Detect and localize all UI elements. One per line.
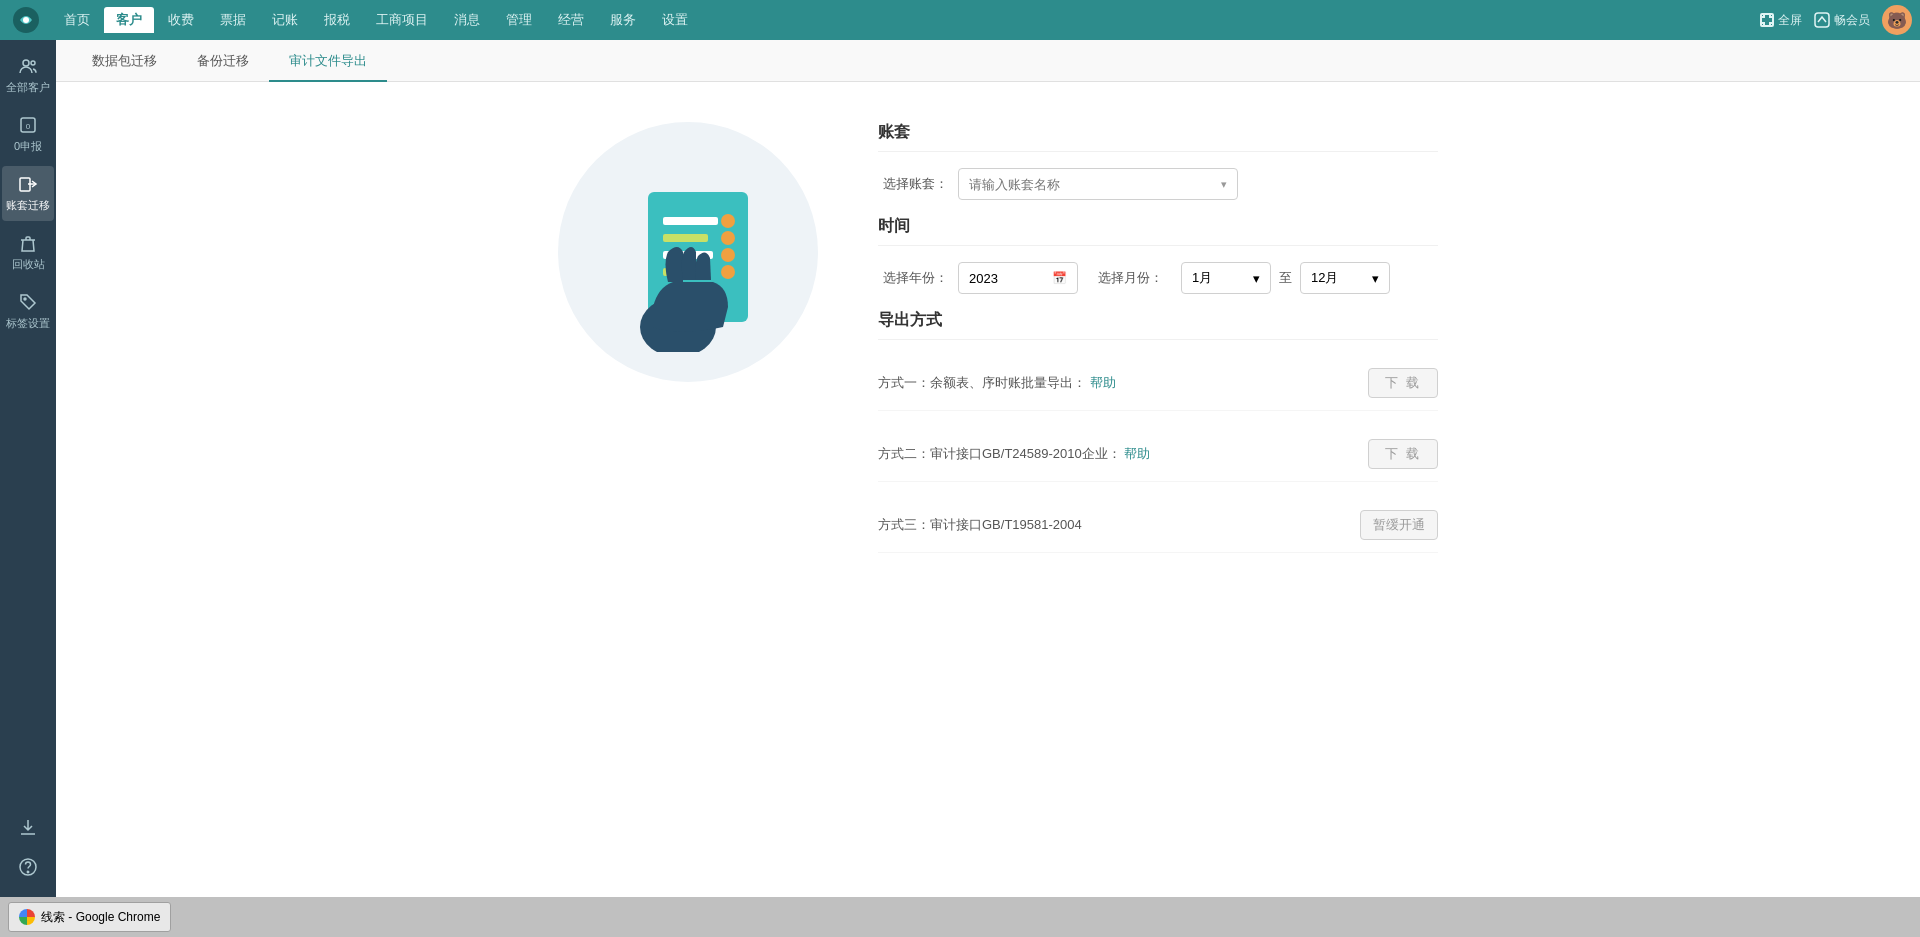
sidebar-label-all-customers: 全部客户 <box>6 80 50 95</box>
avatar[interactable]: 🐻 <box>1882 5 1912 35</box>
sidebar-item-download[interactable] <box>2 809 54 845</box>
export-method-1-row: 方式一：余额表、序时账批量导出： 帮助 下 载 <box>878 356 1438 411</box>
nav-message[interactable]: 消息 <box>442 7 492 33</box>
nav-fee[interactable]: 收费 <box>156 7 206 33</box>
svg-point-17 <box>721 214 735 228</box>
member-button[interactable]: 畅会员 <box>1814 12 1870 29</box>
chevron-down-icon-month-from: ▾ <box>1253 271 1260 286</box>
month-from-value: 1月 <box>1192 269 1212 287</box>
month-from-select[interactable]: 1月 ▾ <box>1181 262 1271 294</box>
app-logo <box>8 2 44 38</box>
month-label: 选择月份： <box>1098 269 1163 287</box>
method2-help-link[interactable]: 帮助 <box>1124 446 1150 461</box>
nav-settings[interactable]: 设置 <box>650 7 700 33</box>
tabs-bar: 数据包迁移 备份迁移 审计文件导出 <box>56 40 1920 82</box>
method1-help-link[interactable]: 帮助 <box>1090 375 1116 390</box>
chrome-icon <box>19 909 35 925</box>
time-row: 选择年份： 2023 📅 选择月份： 1月 ▾ 至 12月 <box>878 262 1438 294</box>
year-label: 选择年份： <box>878 269 948 287</box>
account-select[interactable]: ▾ <box>958 168 1238 200</box>
sidebar-bottom <box>2 809 54 897</box>
year-value: 2023 <box>969 271 998 286</box>
main-layout: 全部客户 0 0申报 账套迁移 回收站 <box>0 40 1920 897</box>
taskbar: 线索 - Google Chrome <box>0 897 1920 937</box>
svg-rect-3 <box>1815 13 1829 27</box>
nav-customer[interactable]: 客户 <box>104 7 154 33</box>
chevron-down-icon: ▾ <box>1221 178 1227 191</box>
svg-point-4 <box>23 60 29 66</box>
svg-point-9 <box>24 298 26 300</box>
svg-rect-2 <box>1761 14 1773 26</box>
svg-text:0: 0 <box>26 122 31 131</box>
svg-point-1 <box>23 17 29 23</box>
content-area: 数据包迁移 备份迁移 审计文件导出 <box>56 40 1920 897</box>
month-to-select[interactable]: 12月 ▾ <box>1300 262 1390 294</box>
svg-point-20 <box>721 265 735 279</box>
taskbar-chrome-item[interactable]: 线索 - Google Chrome <box>8 902 171 932</box>
nav-operation[interactable]: 经营 <box>546 7 596 33</box>
sidebar-item-tag-settings[interactable]: 标签设置 <box>2 284 54 339</box>
svg-point-11 <box>27 871 28 872</box>
export-method-3-row: 方式三：审计接口GB/T19581-2004 暂缓开通 <box>878 498 1438 553</box>
audit-illustration <box>598 152 778 352</box>
svg-point-5 <box>31 61 35 65</box>
to-label: 至 <box>1279 269 1292 287</box>
svg-rect-14 <box>663 234 708 242</box>
sidebar-label-account-migrate: 账套迁移 <box>6 198 50 213</box>
illustration-area <box>538 122 838 382</box>
sidebar-item-account-migrate[interactable]: 账套迁移 <box>2 166 54 221</box>
account-section-title: 账套 <box>878 122 1438 152</box>
illustration-circle <box>558 122 818 382</box>
nav-bookkeeping[interactable]: 记账 <box>260 7 310 33</box>
left-sidebar: 全部客户 0 0申报 账套迁移 回收站 <box>0 40 56 897</box>
nav-right: 全屏 畅会员 🐻 <box>1760 5 1912 35</box>
main-content: 账套 选择账套： ▾ 时间 选择年份： 2023 📅 <box>56 82 1920 897</box>
nav-business[interactable]: 工商项目 <box>364 7 440 33</box>
export-section-title: 导出方式 <box>878 310 1438 340</box>
chevron-down-icon-month-to: ▾ <box>1372 271 1379 286</box>
tab-audit-export[interactable]: 审计文件导出 <box>269 40 387 82</box>
top-navigation: 首页 客户 收费 票据 记账 报税 工商项目 消息 管理 经营 服务 设置 全屏… <box>0 0 1920 40</box>
sidebar-label-zero-report: 0申报 <box>14 139 42 154</box>
export-method-2-label: 方式二：审计接口GB/T24589-2010企业： 帮助 <box>878 445 1150 463</box>
time-section-title: 时间 <box>878 216 1438 246</box>
calendar-icon: 📅 <box>1052 271 1067 285</box>
nav-invoice[interactable]: 票据 <box>208 7 258 33</box>
account-input[interactable] <box>969 177 1221 192</box>
method1-download-button[interactable]: 下 载 <box>1368 368 1438 398</box>
svg-point-19 <box>721 248 735 262</box>
fullscreen-button[interactable]: 全屏 <box>1760 12 1802 29</box>
sidebar-item-recycle[interactable]: 回收站 <box>2 225 54 280</box>
sidebar-label-tag-settings: 标签设置 <box>6 316 50 331</box>
nav-items: 首页 客户 收费 票据 记账 报税 工商项目 消息 管理 经营 服务 设置 <box>52 7 1760 33</box>
sidebar-label-recycle: 回收站 <box>12 257 45 272</box>
method2-download-button[interactable]: 下 载 <box>1368 439 1438 469</box>
tab-backup-migration[interactable]: 备份迁移 <box>177 40 269 82</box>
sidebar-item-help[interactable] <box>2 849 54 885</box>
nav-tax[interactable]: 报税 <box>312 7 362 33</box>
nav-manage[interactable]: 管理 <box>494 7 544 33</box>
month-to-value: 12月 <box>1311 269 1338 287</box>
sidebar-item-zero-report[interactable]: 0 0申报 <box>2 107 54 162</box>
export-method-1-label: 方式一：余额表、序时账批量导出： 帮助 <box>878 374 1116 392</box>
svg-point-18 <box>721 231 735 245</box>
account-label: 选择账套： <box>878 175 948 193</box>
account-row: 选择账套： ▾ <box>878 168 1438 200</box>
export-method-3-label: 方式三：审计接口GB/T19581-2004 <box>878 516 1082 534</box>
time-controls: 2023 📅 选择月份： 1月 ▾ 至 12月 ▾ <box>958 262 1390 294</box>
taskbar-chrome-label: 线索 - Google Chrome <box>41 909 160 926</box>
nav-home[interactable]: 首页 <box>52 7 102 33</box>
nav-service[interactable]: 服务 <box>598 7 648 33</box>
export-method-2-row: 方式二：审计接口GB/T24589-2010企业： 帮助 下 载 <box>878 427 1438 482</box>
form-area: 账套 选择账套： ▾ 时间 选择年份： 2023 📅 <box>838 122 1438 569</box>
svg-rect-13 <box>663 217 718 225</box>
tab-data-migration[interactable]: 数据包迁移 <box>72 40 177 82</box>
sidebar-item-all-customers[interactable]: 全部客户 <box>2 48 54 103</box>
year-input[interactable]: 2023 📅 <box>958 262 1078 294</box>
method3-coming-soon-button[interactable]: 暂缓开通 <box>1360 510 1438 540</box>
